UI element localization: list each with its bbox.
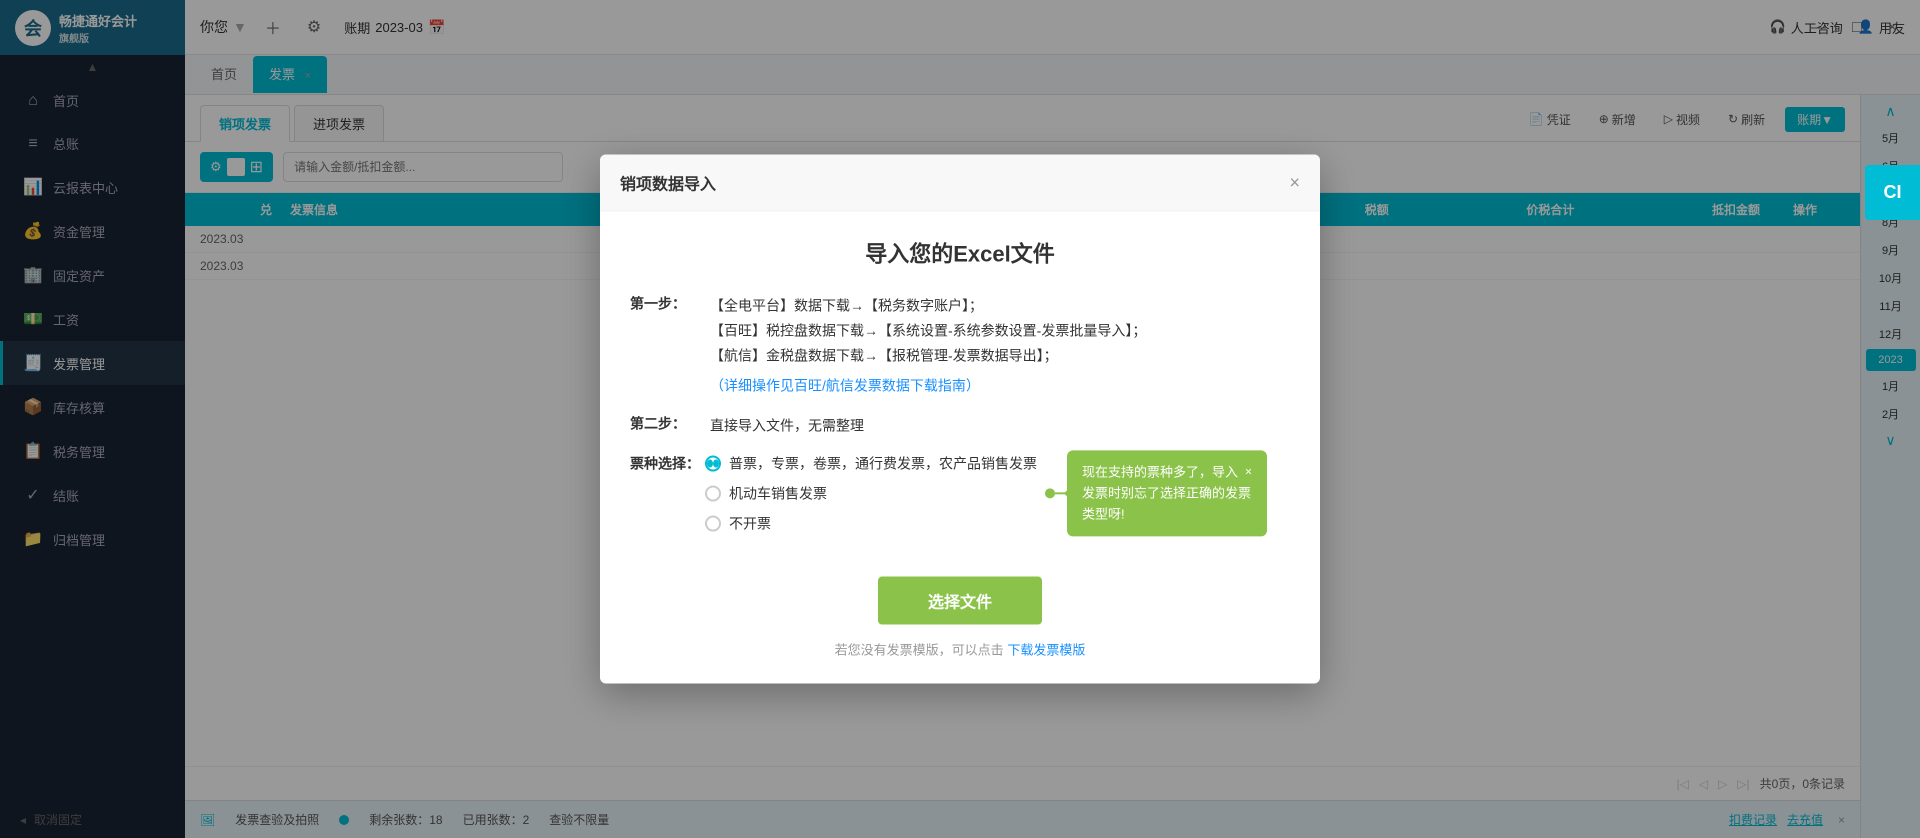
- radio-label-1: 普票，专票，卷票，通行费发票，农产品销售发票: [729, 453, 1037, 473]
- ci-badge: CI: [1865, 165, 1920, 220]
- modal-header: 销项数据导入 ×: [600, 155, 1320, 212]
- step2-content: 直接导入文件，无需整理: [710, 413, 864, 438]
- radio-circle-1: [705, 455, 721, 471]
- step2-label: 第二步：: [630, 413, 700, 438]
- download-template-link[interactable]: 下载发票模版: [1007, 642, 1085, 657]
- download-tip: 若您没有发票模版，可以点击 下载发票模版: [630, 639, 1290, 658]
- radio-item-3[interactable]: 不开票: [705, 513, 1037, 533]
- modal-body: 导入您的Excel文件 第一步： 【全电平台】数据下载→【税务数字账户】； 【百…: [600, 212, 1320, 562]
- modal-footer: 选择文件 若您没有发票模版，可以点击 下载发票模版: [600, 561, 1320, 683]
- step2-row: 第二步： 直接导入文件，无需整理: [630, 413, 1290, 438]
- step1-line1: 【全电平台】数据下载→【税务数字账户】；: [710, 294, 1146, 319]
- radio-circle-2: [705, 485, 721, 501]
- radio-group: 普票，专票，卷票，通行费发票，农产品销售发票 机动车销售发票 ×: [705, 453, 1037, 533]
- modal-title: 销项数据导入: [620, 171, 716, 195]
- modal-close-btn[interactable]: ×: [1289, 174, 1300, 192]
- step1-line3: 【航信】金税盘数据下载→【报税管理-发票数据导出】；: [710, 344, 1146, 369]
- select-file-btn[interactable]: 选择文件: [878, 576, 1042, 624]
- radio-label-3: 不开票: [729, 513, 771, 533]
- step1-label: 第一步：: [630, 294, 700, 399]
- ticket-select-section: 票种选择： 普票，专票，卷票，通行费发票，农产品销售发票 机动车销售发票: [630, 453, 1290, 533]
- import-modal: 销项数据导入 × 导入您的Excel文件 第一步： 【全电平台】数据下载→【税务…: [600, 155, 1320, 684]
- download-tip-text: 若您没有发票模版，可以点击: [835, 642, 1004, 657]
- radio-label-2: 机动车销售发票: [729, 483, 827, 503]
- ticket-label: 票种选择：: [630, 453, 700, 473]
- radio-item-2[interactable]: 机动车销售发票 × 现在支持的票种多了，导入发票时别忘了选择正确的发票类型呀!: [705, 483, 1037, 503]
- step1-line2: 【百旺】税控盘数据下载→【系统设置-系统参数设置-发票批量导入】；: [710, 319, 1146, 344]
- radio-circle-3: [705, 515, 721, 531]
- tooltip-wrapper: × 现在支持的票种多了，导入发票时别忘了选择正确的发票类型呀!: [1067, 450, 1267, 536]
- step1-content: 【全电平台】数据下载→【税务数字账户】； 【百旺】税控盘数据下载→【系统设置-系…: [710, 294, 1146, 399]
- tooltip-dot: [1045, 488, 1055, 498]
- modal-center-title: 导入您的Excel文件: [630, 237, 1290, 269]
- tooltip-bubble: × 现在支持的票种多了，导入发票时别忘了选择正确的发票类型呀!: [1067, 450, 1267, 536]
- tooltip-close-btn[interactable]: ×: [1245, 462, 1252, 481]
- tooltip-text: 现在支持的票种多了，导入发票时别忘了选择正确的发票类型呀!: [1082, 464, 1251, 521]
- step1-guide-link[interactable]: （详细操作见百旺/航信发票数据下载指南）: [710, 377, 980, 393]
- radio-item-1[interactable]: 普票，专票，卷票，通行费发票，农产品销售发票: [705, 453, 1037, 473]
- step1-row: 第一步： 【全电平台】数据下载→【税务数字账户】； 【百旺】税控盘数据下载→【系…: [630, 294, 1290, 399]
